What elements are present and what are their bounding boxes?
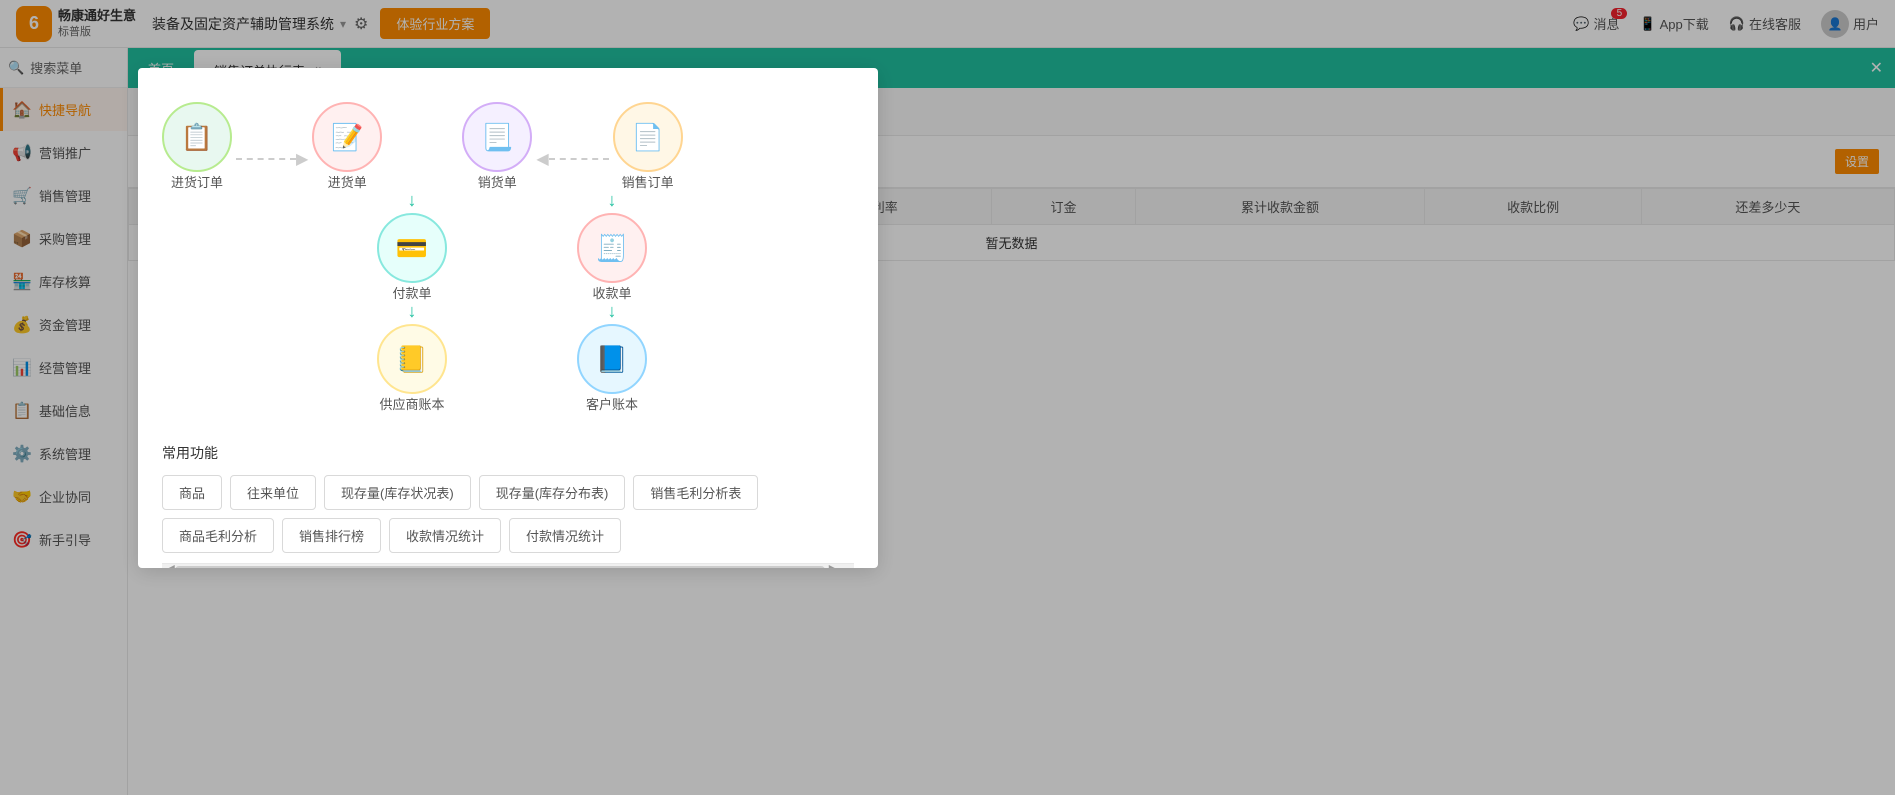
- purchase-order-icon: 📋: [162, 102, 232, 172]
- receipt-icon: 🧾: [577, 213, 647, 283]
- common-btn-商品毛利分析[interactable]: 商品毛利分析: [162, 518, 274, 553]
- sales-invoice-label: 销货单: [478, 172, 517, 191]
- flow-node-purchase-receipt[interactable]: 📝 进货单: [312, 102, 382, 191]
- scrollbar-thumb[interactable]: [175, 566, 825, 569]
- receipt-label: 收款单: [592, 283, 631, 302]
- supplier-ledger-label: 供应商账本: [379, 394, 444, 413]
- scroll-left-btn[interactable]: ◀: [164, 561, 175, 568]
- sales-invoice-icon: 📃: [462, 102, 532, 172]
- common-btn-付款情况统计[interactable]: 付款情况统计: [509, 518, 621, 553]
- payment-icon: 💳: [377, 213, 447, 283]
- common-btn-销售毛利分析表[interactable]: 销售毛利分析表: [633, 475, 758, 510]
- common-btn-销售排行榜[interactable]: 销售排行榜: [282, 518, 381, 553]
- flow-section: 📋 进货订单 ▶ 📝 进货单: [162, 92, 854, 433]
- customer-ledger-label: 客户账本: [586, 394, 638, 413]
- purchase-order-label: 进货订单: [171, 172, 223, 191]
- supplier-ledger-icon: 📒: [377, 324, 447, 394]
- flow-node-sales-invoice[interactable]: 📃 销货单: [462, 102, 532, 191]
- flow-node-purchase-order[interactable]: 📋 进货订单: [162, 102, 232, 191]
- modal-box: 📋 进货订单 ▶ 📝 进货单: [138, 68, 878, 568]
- common-btn-收款情况统计[interactable]: 收款情况统计: [389, 518, 501, 553]
- common-functions-title: 常用功能: [162, 443, 854, 463]
- modal-overlay[interactable]: 📋 进货订单 ▶ 📝 进货单: [0, 0, 1895, 795]
- purchase-receipt-label: 进货单: [328, 172, 367, 191]
- common-buttons-group: 商品往来单位现存量(库存状况表)现存量(库存分布表)销售毛利分析表商品毛利分析销…: [162, 475, 854, 553]
- modal-scrollbar[interactable]: ◀ ▶: [162, 563, 854, 568]
- flow-node-receipt[interactable]: 🧾 收款单: [552, 213, 672, 302]
- common-btn-商品[interactable]: 商品: [162, 475, 222, 510]
- flow-node-sales-order[interactable]: 📄 销售订单: [613, 102, 683, 191]
- flow-node-payment[interactable]: 💳 付款单: [352, 213, 472, 302]
- sales-order-icon: 📄: [613, 102, 683, 172]
- flow-node-customer-ledger[interactable]: 📘 客户账本: [552, 324, 672, 413]
- common-btn-现存量(库存分布表)[interactable]: 现存量(库存分布表): [479, 475, 626, 510]
- sales-order-label: 销售订单: [622, 172, 674, 191]
- common-btn-现存量(库存状况表)[interactable]: 现存量(库存状况表): [324, 475, 471, 510]
- common-functions-section: 常用功能 商品往来单位现存量(库存状况表)现存量(库存分布表)销售毛利分析表商品…: [162, 433, 854, 563]
- purchase-receipt-icon: 📝: [312, 102, 382, 172]
- flow-node-supplier-ledger[interactable]: 📒 供应商账本: [352, 324, 472, 413]
- common-btn-往来单位[interactable]: 往来单位: [230, 475, 316, 510]
- scroll-right-btn[interactable]: ▶: [829, 561, 840, 568]
- payment-label: 付款单: [392, 283, 431, 302]
- customer-ledger-icon: 📘: [577, 324, 647, 394]
